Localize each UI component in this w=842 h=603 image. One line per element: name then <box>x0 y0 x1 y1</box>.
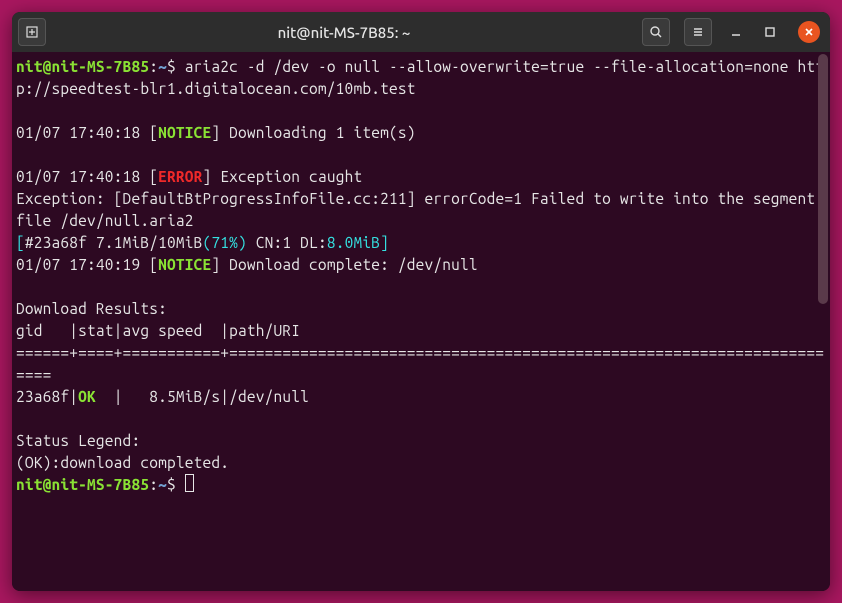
progress-cn: CN:1 DL: <box>247 234 327 251</box>
prompt2-user-host: nit@nit-MS-7B85 <box>16 476 149 493</box>
search-button[interactable] <box>642 18 670 46</box>
menu-button[interactable] <box>684 18 712 46</box>
notice2-post: ] Download complete: /dev/null <box>211 256 477 273</box>
prompt-user-host: nit@nit-MS-7B85 <box>16 58 149 75</box>
exception-line: Exception: [DefaultBtProgressInfoFile.cc… <box>16 190 824 229</box>
prompt-dollar: $ <box>167 58 185 75</box>
prompt-path: ~ <box>158 58 167 75</box>
window-title: nit@nit-MS-7B85: ~ <box>52 24 636 41</box>
prompt-sep: : <box>149 58 158 75</box>
maximize-button[interactable] <box>760 22 780 42</box>
progress-dl: 8.0MiB <box>327 234 380 251</box>
progress-open: [ <box>16 234 25 251</box>
cursor-icon <box>185 474 194 492</box>
results-header: Download Results: <box>16 300 167 317</box>
error-pre: 01/07 17:40:18 [ <box>16 168 158 185</box>
prompt2-dollar: $ <box>167 476 185 493</box>
error-post: ] Exception caught <box>203 168 363 185</box>
results-stat: OK <box>78 388 96 405</box>
notice1-pre: 01/07 17:40:18 [ <box>16 124 158 141</box>
prompt2-path: ~ <box>158 476 167 493</box>
prompt2-sep: : <box>149 476 158 493</box>
close-button[interactable] <box>798 21 820 43</box>
progress-gid: #23a68f 7.1MiB/10MiB <box>25 234 203 251</box>
results-cols: gid |stat|avg speed |path/URI <box>16 322 300 339</box>
legend-line: (OK):download completed. <box>16 454 229 471</box>
terminal-window: nit@nit-MS-7B85: ~ nit@nit-MS-7B85:~$ ar… <box>12 12 830 591</box>
results-sep: ======+====+===========+================… <box>16 344 824 383</box>
results-gid: 23a68f| <box>16 388 78 405</box>
progress-close: ] <box>380 234 389 251</box>
new-tab-button[interactable] <box>18 18 46 46</box>
notice2-pre: 01/07 17:40:19 [ <box>16 256 158 273</box>
scrollbar[interactable] <box>818 54 828 304</box>
terminal-content[interactable]: nit@nit-MS-7B85:~$ aria2c -d /dev -o nul… <box>12 52 830 591</box>
results-rest: | 8.5MiB/s|/dev/null <box>96 388 309 405</box>
minimize-button[interactable] <box>726 22 746 42</box>
error-label: ERROR <box>158 168 202 185</box>
notice-label-2: NOTICE <box>158 256 211 273</box>
legend-header: Status Legend: <box>16 432 140 449</box>
notice-label: NOTICE <box>158 124 211 141</box>
progress-pct: (71%) <box>203 234 247 251</box>
notice1-post: ] Downloading 1 item(s) <box>211 124 415 141</box>
titlebar: nit@nit-MS-7B85: ~ <box>12 12 830 52</box>
